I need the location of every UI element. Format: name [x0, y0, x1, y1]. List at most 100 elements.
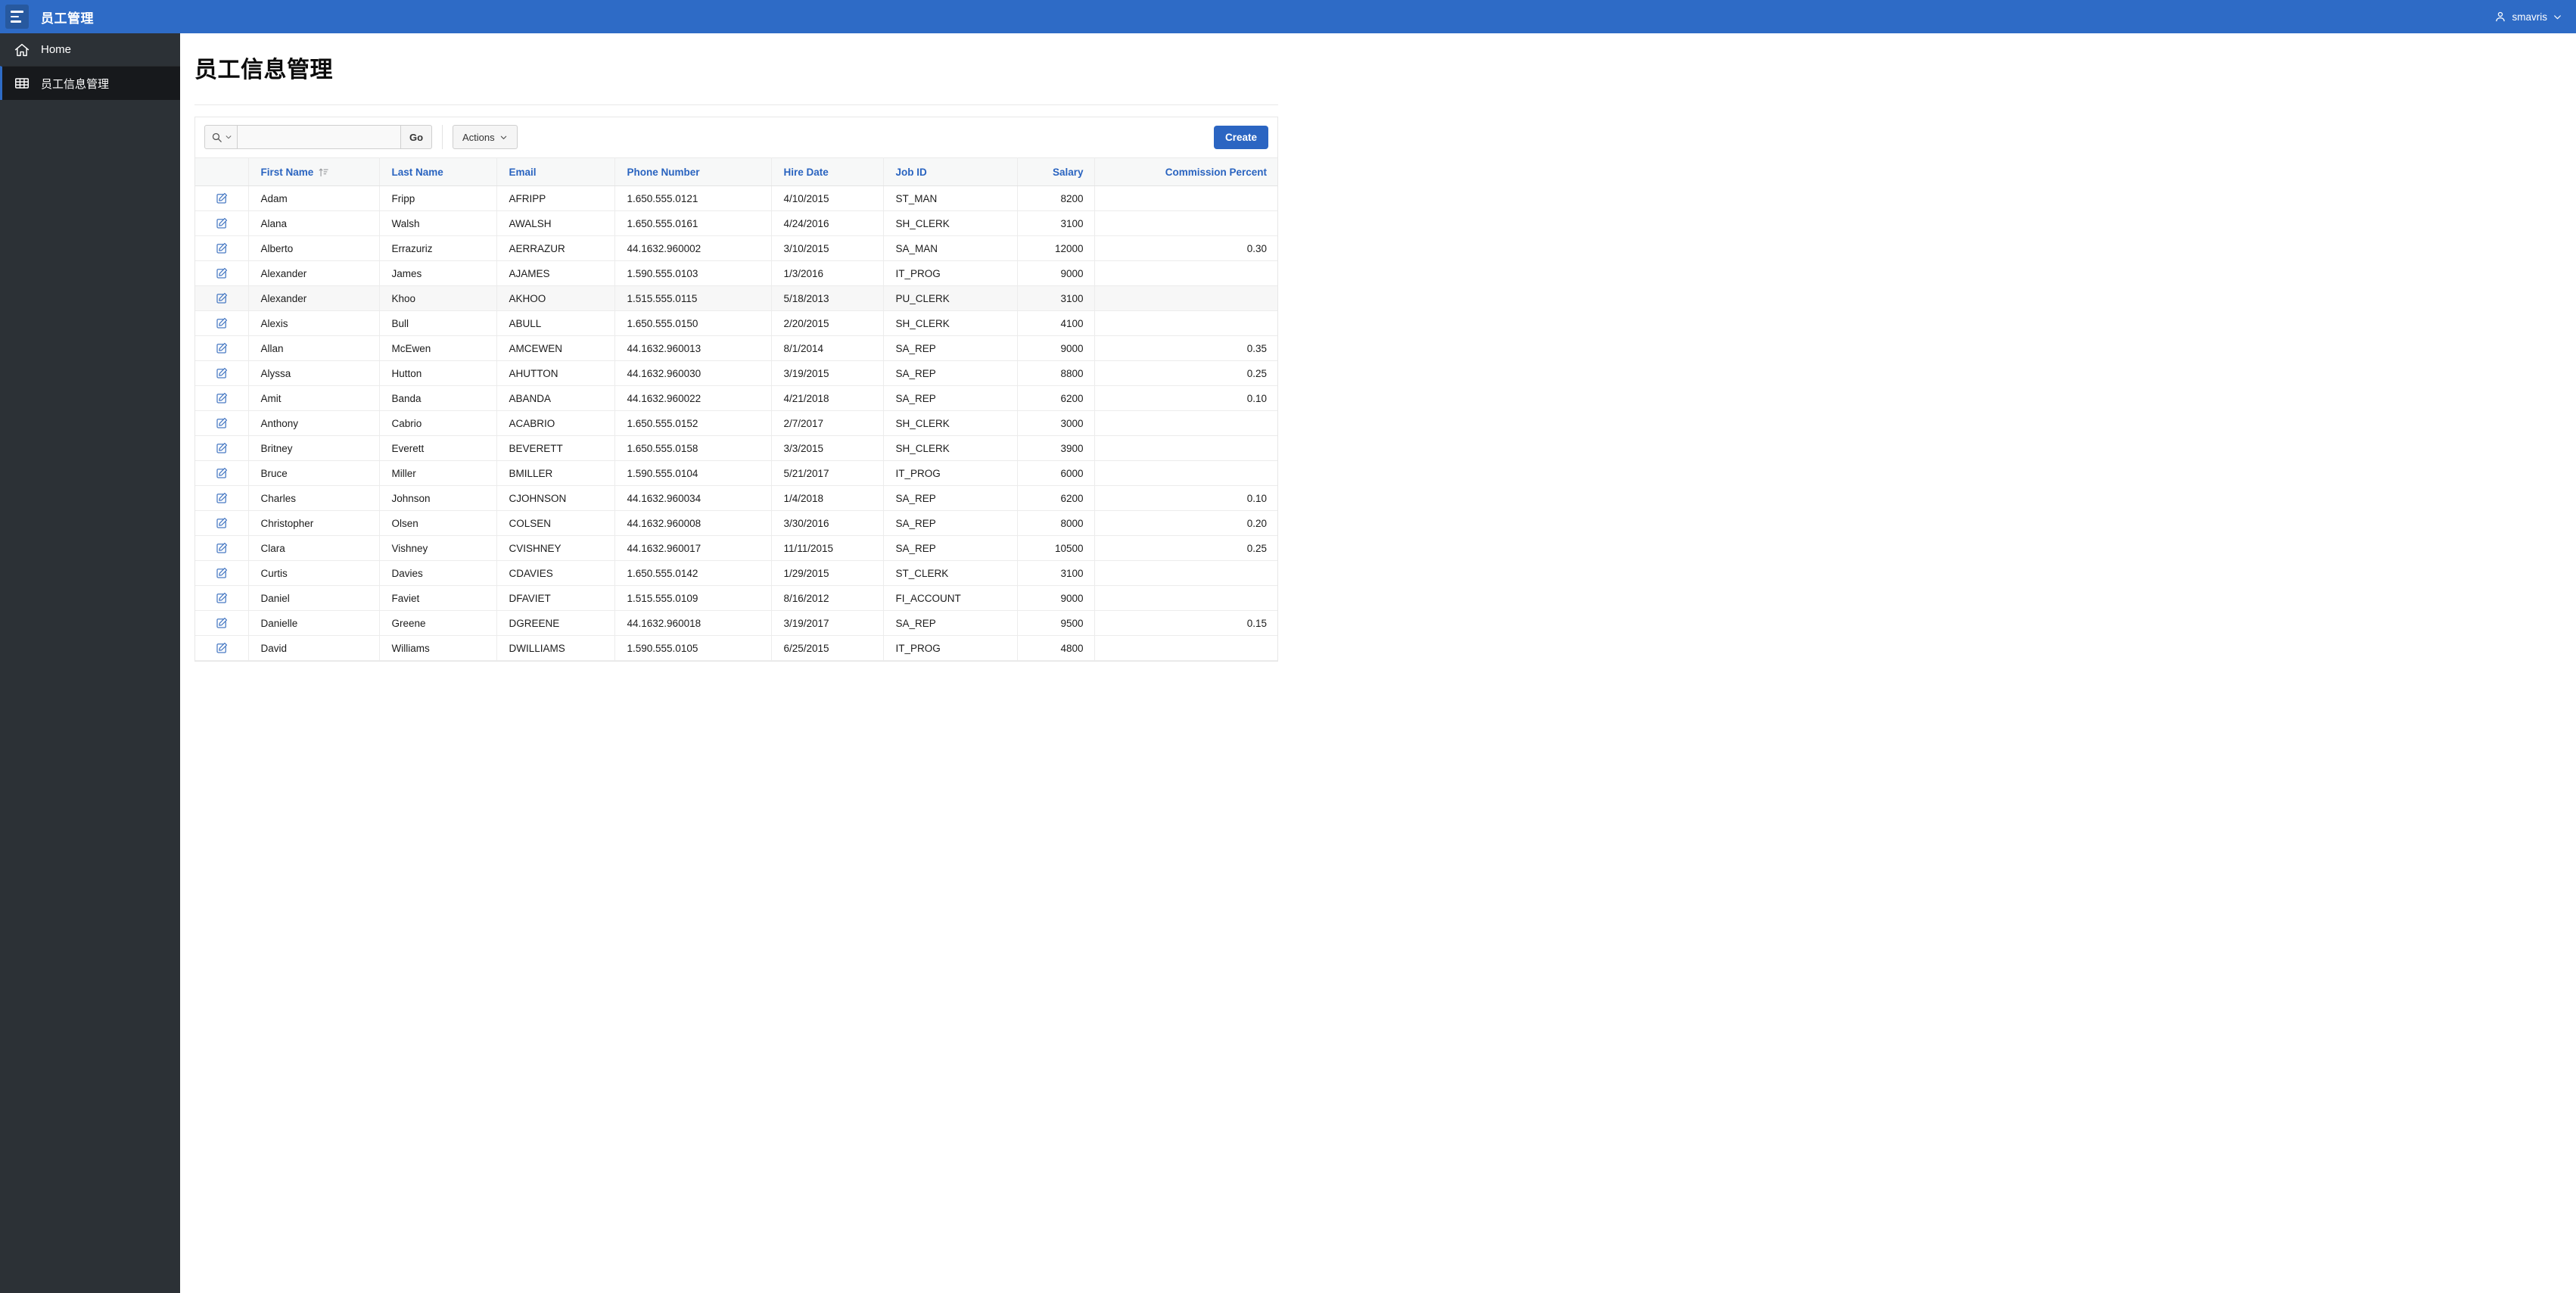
cell-comm — [1094, 260, 1277, 286]
sidebar-item-home[interactable]: Home — [0, 33, 180, 66]
cell-last: Davies — [379, 560, 497, 586]
cell-comm — [1094, 435, 1277, 461]
edit-pencil-icon — [216, 267, 227, 279]
edit-row-button[interactable] — [213, 640, 230, 656]
column-header-last[interactable]: Last Name — [379, 157, 497, 186]
edit-pencil-icon — [216, 542, 227, 553]
column-header-salary[interactable]: Salary — [1017, 157, 1095, 186]
column-header-email[interactable]: Email — [496, 157, 615, 186]
cell-salary: 9000 — [1017, 260, 1095, 286]
edit-row-button[interactable] — [213, 365, 230, 382]
cell-phone: 1.590.555.0104 — [614, 460, 772, 486]
column-header-comm[interactable]: Commission Percent — [1094, 157, 1277, 186]
edit-row-button[interactable] — [213, 390, 230, 407]
cell-job: ST_MAN — [883, 185, 1018, 211]
cell-job: IT_PROG — [883, 460, 1018, 486]
cell-email: AHUTTON — [496, 360, 615, 386]
column-header-hire[interactable]: Hire Date — [771, 157, 884, 186]
search-input[interactable] — [238, 125, 401, 149]
cell-phone: 1.590.555.0105 — [614, 635, 772, 661]
cell-salary: 4800 — [1017, 635, 1095, 661]
cell-last: Bull — [379, 310, 497, 336]
cell-last: Vishney — [379, 535, 497, 561]
table-row: Amit Banda ABANDA 44.1632.960022 4/21/2018 SA… — [195, 385, 1277, 411]
cell-last: Cabrio — [379, 410, 497, 436]
edit-row-button[interactable] — [213, 240, 230, 257]
edit-pencil-icon — [216, 442, 227, 453]
column-header-job[interactable]: Job ID — [883, 157, 1018, 186]
column-header-label: First Name — [260, 166, 314, 178]
cell-last: Johnson — [379, 485, 497, 511]
cell-comm: 0.20 — [1094, 510, 1277, 536]
cell-last: Khoo — [379, 285, 497, 311]
cell-last: Everett — [379, 435, 497, 461]
cell-comm — [1094, 310, 1277, 336]
edit-row-button[interactable] — [213, 615, 230, 631]
table-row: Alexander James AJAMES 1.590.555.0103 1/3/20… — [195, 260, 1277, 286]
edit-row-button[interactable] — [213, 290, 230, 307]
edit-row-button[interactable] — [213, 515, 230, 531]
edit-pencil-icon — [216, 217, 227, 229]
edit-row-button[interactable] — [213, 265, 230, 282]
column-header-label: Job ID — [895, 166, 927, 178]
cell-salary: 12000 — [1017, 235, 1095, 261]
cell-email: ABULL — [496, 310, 615, 336]
cell-last: Williams — [379, 635, 497, 661]
cell-first: Alexis — [248, 310, 380, 336]
table-row: Alyssa Hutton AHUTTON 44.1632.960030 3/19/20… — [195, 360, 1277, 386]
edit-row-button[interactable] — [213, 565, 230, 581]
edit-row-button[interactable] — [213, 540, 230, 556]
cell-email: ABANDA — [496, 385, 615, 411]
interactive-report-region: Go Actions Create First Name Last Name Em… — [194, 117, 1278, 662]
edit-row-button[interactable] — [213, 340, 230, 357]
table-header-row: First Name Last Name Email Phone Number Hir… — [195, 157, 1277, 186]
cell-phone: 44.1632.960030 — [614, 360, 772, 386]
cell-salary: 4100 — [1017, 310, 1095, 336]
search-icon — [212, 132, 222, 142]
cell-last: Fripp — [379, 185, 497, 211]
cell-job: PU_CLERK — [883, 285, 1018, 311]
main-content: 员工信息管理 Go Actions Create First Name Last… — [180, 33, 1288, 662]
cell-phone: 44.1632.960018 — [614, 610, 772, 636]
search-column-selector[interactable] — [204, 125, 238, 149]
cell-email: CDAVIES — [496, 560, 615, 586]
cell-email: AERRAZUR — [496, 235, 615, 261]
edit-row-button[interactable] — [213, 490, 230, 506]
cell-email: AJAMES — [496, 260, 615, 286]
cell-hire: 3/19/2015 — [771, 360, 884, 386]
cell-salary: 6000 — [1017, 460, 1095, 486]
cell-last: Greene — [379, 610, 497, 636]
column-header-label: Hire Date — [783, 166, 829, 178]
menu-toggle-button[interactable] — [5, 5, 29, 29]
edit-row-button[interactable] — [213, 465, 230, 481]
employee-table: First Name Last Name Email Phone Number Hir… — [195, 157, 1277, 661]
cell-hire: 3/3/2015 — [771, 435, 884, 461]
edit-row-button[interactable] — [213, 315, 230, 332]
column-header-first[interactable]: First Name — [248, 157, 380, 186]
cell-comm: 0.30 — [1094, 235, 1277, 261]
edit-row-button[interactable] — [213, 215, 230, 232]
edit-row-button[interactable] — [213, 190, 230, 207]
cell-job: SA_REP — [883, 610, 1018, 636]
cell-comm — [1094, 460, 1277, 486]
cell-first: Amit — [248, 385, 380, 411]
user-menu[interactable]: smavris — [2487, 5, 2569, 28]
cell-last: Olsen — [379, 510, 497, 536]
actions-menu-button[interactable]: Actions — [453, 125, 518, 149]
page-title: 员工信息管理 — [194, 58, 333, 83]
cell-first: Christopher — [248, 510, 380, 536]
table-row: Danielle Greene DGREENE 44.1632.960018 3/19/… — [195, 610, 1277, 636]
edit-cell — [195, 335, 249, 361]
sidebar-item-employee-management[interactable]: 员工信息管理 — [0, 66, 180, 100]
column-header-phone[interactable]: Phone Number — [614, 157, 772, 186]
cell-job: IT_PROG — [883, 635, 1018, 661]
edit-pencil-icon — [216, 467, 227, 478]
go-button[interactable]: Go — [401, 125, 432, 149]
table-row: Britney Everett BEVERETT 1.650.555.0158 3/3/… — [195, 435, 1277, 461]
create-button[interactable]: Create — [1213, 125, 1268, 149]
edit-row-button[interactable] — [213, 590, 230, 606]
cell-phone: 1.650.555.0158 — [614, 435, 772, 461]
cell-last: McEwen — [379, 335, 497, 361]
edit-row-button[interactable] — [213, 440, 230, 456]
edit-row-button[interactable] — [213, 415, 230, 432]
